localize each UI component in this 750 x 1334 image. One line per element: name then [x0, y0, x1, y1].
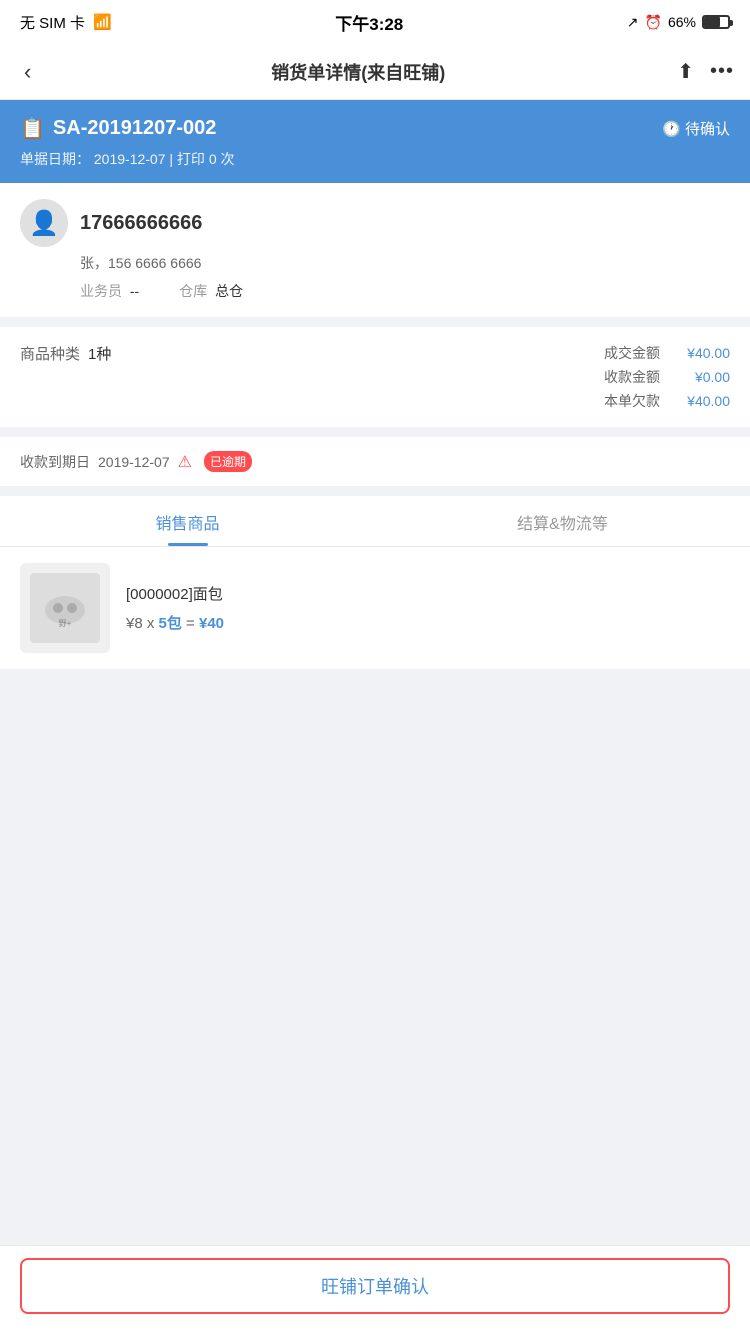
received-row: 收款金额 ¥0.00 [604, 367, 730, 387]
overdue-icon: ⚠ [178, 452, 192, 472]
confirm-button[interactable]: 旺铺订单确认 [20, 1258, 730, 1314]
customer-row: 👤 17666666666 [20, 199, 730, 247]
due-section: 收款到期日 2019-12-07 ⚠ 已逾期 [0, 437, 750, 486]
owed-label: 本单欠款 [604, 391, 660, 411]
salesperson-value: -- [130, 283, 139, 299]
product-thumbnail: 野+ [20, 563, 110, 653]
product-name: [0000002]面包 [126, 583, 730, 604]
tab-sales-products[interactable]: 销售商品 [0, 496, 375, 546]
status-text: 待确认 [685, 118, 730, 139]
order-id-text: SA-20191207-002 [53, 117, 216, 140]
received-value: ¥0.00 [670, 369, 730, 385]
status-left: 无 SIM 卡 📶 [20, 12, 112, 33]
order-date-row: 单据日期： 2019-12-07 | 打印 0 次 [20, 149, 730, 169]
product-price-row: ¥8 x 5包 = ¥40 [126, 612, 730, 633]
salesperson-field: 业务员 -- [80, 281, 139, 301]
avatar-icon: 👤 [29, 209, 59, 238]
more-icon[interactable]: ••• [710, 60, 734, 83]
price-unit: ¥8 [126, 615, 143, 632]
tab-settlement-label: 结算&物流等 [517, 516, 608, 533]
status-right: ↗ ⏰ 66% [627, 14, 730, 31]
avatar: 👤 [20, 199, 68, 247]
customer-info: 张，156 6666 6666 [80, 253, 730, 273]
customer-section: 👤 17666666666 张，156 6666 6666 业务员 -- 仓库 … [0, 183, 750, 317]
summary-left: 商品种类 1种 [20, 343, 111, 364]
product-section: 野+ [0000002]面包 ¥8 x 5包 = ¥40 [0, 547, 750, 669]
product-item: 野+ [0000002]面包 ¥8 x 5包 = ¥40 [0, 547, 750, 669]
owed-value: ¥40.00 [670, 393, 730, 409]
quantity-value: 5包 [159, 615, 182, 632]
carrier-text: 无 SIM 卡 [20, 12, 85, 33]
alarm-icon: ⏰ [645, 14, 662, 31]
confirm-label: 旺铺订单确认 [321, 1273, 429, 1299]
back-button[interactable]: ‹ [16, 51, 39, 93]
wifi-icon: 📶 [93, 13, 112, 31]
product-details: [0000002]面包 ¥8 x 5包 = ¥40 [126, 583, 730, 633]
bottom-spacer [0, 679, 750, 799]
summary-right: 成交金额 ¥40.00 收款金额 ¥0.00 本单欠款 ¥40.00 [604, 343, 730, 411]
equals-symbol: = [186, 615, 195, 632]
battery-icon [702, 15, 730, 29]
time-display: 下午3:28 [335, 10, 403, 35]
order-id-icon: 📋 [20, 116, 45, 141]
received-label: 收款金额 [604, 367, 660, 387]
warehouse-value: 总仓 [215, 283, 243, 299]
tabs-bar: 销售商品 结算&物流等 [0, 496, 750, 547]
svg-text:野+: 野+ [59, 619, 72, 628]
date-label: 单据日期： [20, 151, 90, 167]
battery-percent: 66% [668, 14, 696, 30]
multiply-x: x [147, 615, 155, 632]
category-label: 商品种类 [20, 343, 80, 364]
due-label: 收款到期日 [20, 452, 90, 472]
due-value: 2019-12-07 [98, 454, 170, 470]
product-image: 野+ [30, 573, 100, 643]
bottom-bar: 旺铺订单确认 [0, 1245, 750, 1334]
transaction-row: 成交金额 ¥40.00 [604, 343, 730, 363]
salesperson-label: 业务员 [80, 283, 122, 299]
owed-row: 本单欠款 ¥40.00 [604, 391, 730, 411]
category-value: 1种 [88, 343, 111, 364]
status-clock-icon: 🕐 [662, 120, 681, 138]
date-value: 2019-12-07 [94, 151, 166, 167]
page-title: 销货单详情(来自旺铺) [271, 59, 445, 85]
order-status: 🕐 待确认 [662, 118, 730, 139]
transaction-value: ¥40.00 [670, 345, 730, 361]
status-bar: 无 SIM 卡 📶 下午3:28 ↗ ⏰ 66% [0, 0, 750, 44]
warehouse-label: 仓库 [179, 283, 207, 299]
customer-phone: 17666666666 [80, 212, 202, 235]
total-value: ¥40 [199, 615, 224, 632]
location-icon: ↗ [627, 14, 639, 31]
print-label: | 打印 [169, 151, 205, 167]
nav-actions: ⬆ ••• [677, 59, 734, 84]
order-id: 📋 SA-20191207-002 [20, 116, 216, 141]
print-count: 0 [209, 151, 217, 167]
warehouse-field: 仓库 总仓 [179, 281, 243, 301]
transaction-label: 成交金额 [604, 343, 660, 363]
product-logo-icon: 野+ [40, 588, 90, 628]
share-icon[interactable]: ⬆ [677, 59, 694, 84]
tab-settlement[interactable]: 结算&物流等 [375, 496, 750, 546]
tab-sales-label: 销售商品 [155, 516, 219, 533]
nav-bar: ‹ 销货单详情(来自旺铺) ⬆ ••• [0, 44, 750, 100]
summary-section: 商品种类 1种 成交金额 ¥40.00 收款金额 ¥0.00 本单欠款 ¥40.… [0, 327, 750, 427]
customer-meta: 业务员 -- 仓库 总仓 [80, 281, 730, 301]
print-suffix: 次 [221, 151, 235, 167]
overdue-badge: 已逾期 [204, 451, 252, 472]
order-banner: 📋 SA-20191207-002 🕐 待确认 单据日期： 2019-12-07… [0, 100, 750, 183]
